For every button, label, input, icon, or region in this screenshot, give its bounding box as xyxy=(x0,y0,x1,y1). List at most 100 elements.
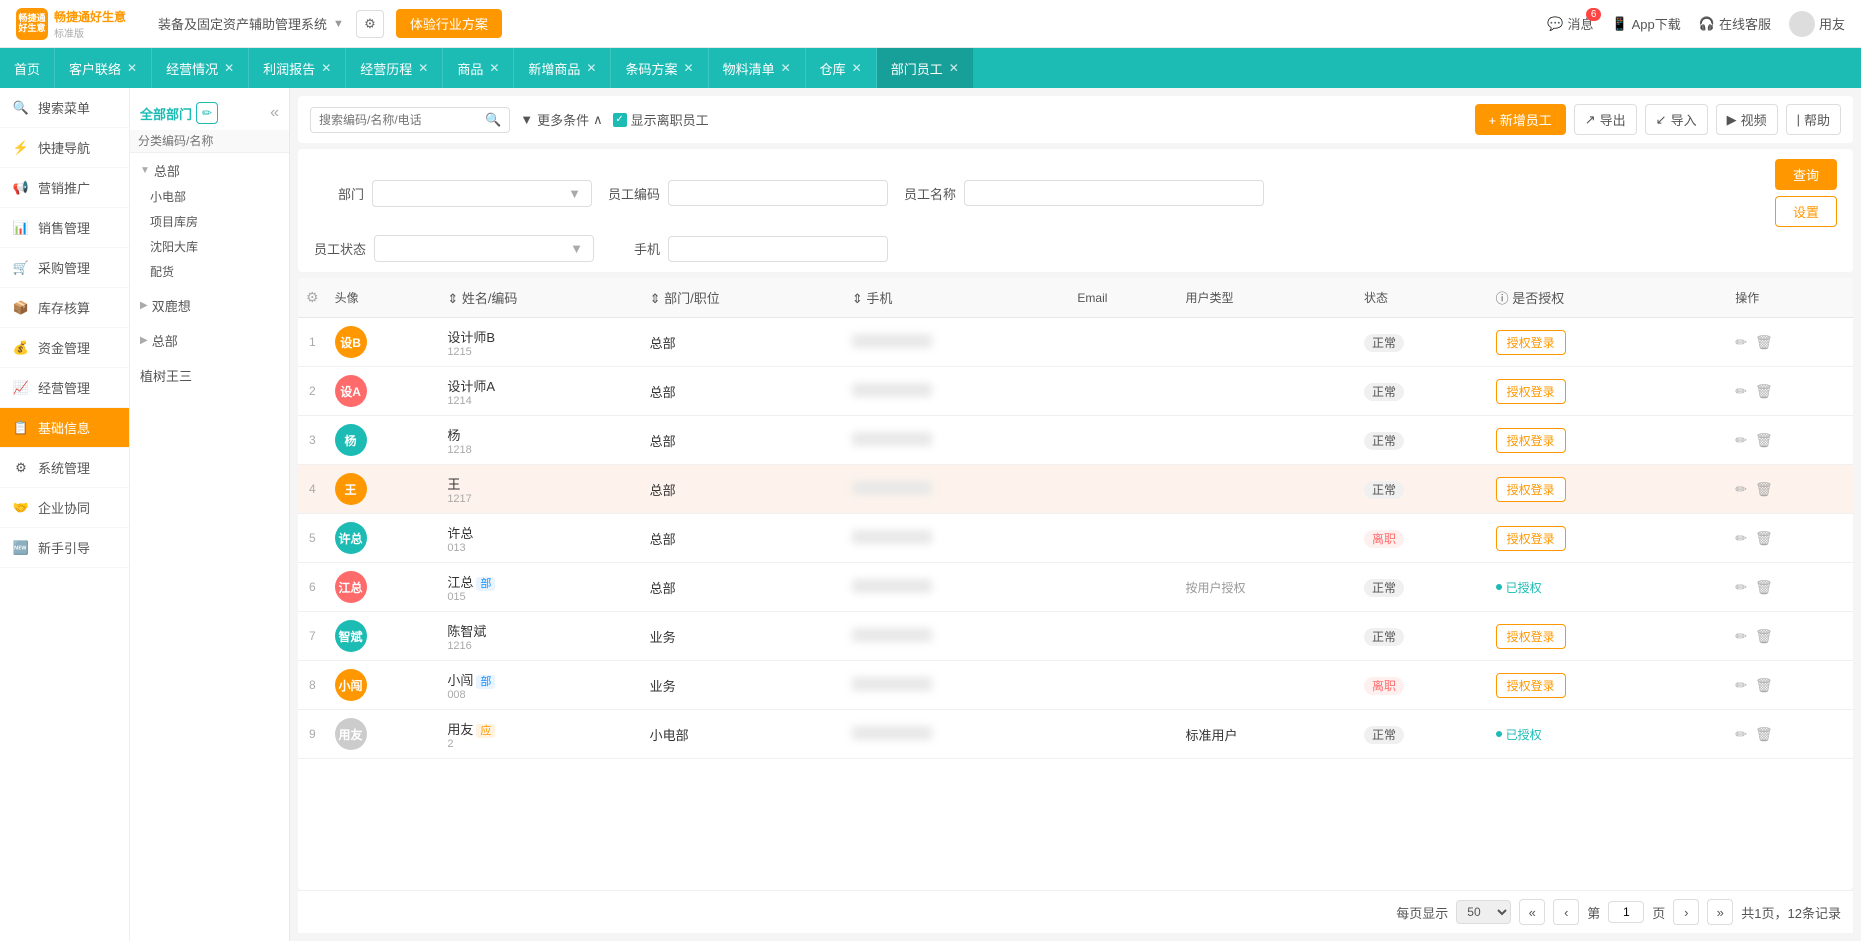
add-employee-button[interactable]: + 新增员工 xyxy=(1475,104,1566,135)
edit-icon[interactable]: ✏ xyxy=(1735,334,1747,351)
export-button[interactable]: ↗ 导出 xyxy=(1574,104,1637,135)
left-nav-newbie[interactable]: 🆕 新手引导 xyxy=(0,528,129,568)
edit-icon[interactable]: ✏ xyxy=(1735,432,1747,449)
nav-item-journey[interactable]: 经营历程 ✕ xyxy=(346,48,443,88)
dept-child-peihuo[interactable]: 配货 xyxy=(130,259,289,284)
nav-item-dept[interactable]: 部门员工 ✕ xyxy=(877,48,974,88)
left-nav-basic[interactable]: 📋 基础信息 xyxy=(0,408,129,448)
nav-close-business[interactable]: ✕ xyxy=(224,61,234,75)
filter-dept-select[interactable]: ▼ xyxy=(372,180,592,207)
delete-icon[interactable]: 🗑 xyxy=(1755,481,1773,498)
show-resigned-checkbox[interactable]: ✓ xyxy=(613,113,627,127)
dept-group-general-header[interactable]: ▼ 总部 xyxy=(130,157,289,184)
help-button[interactable]: | 帮助 xyxy=(1786,104,1841,135)
left-nav-system[interactable]: ⚙ 系统管理 xyxy=(0,448,129,488)
auth-login-button[interactable]: 授权登录 xyxy=(1496,624,1566,649)
left-nav-quicknav[interactable]: ⚡ 快捷导航 xyxy=(0,128,129,168)
import-button[interactable]: ↙ 导入 xyxy=(1645,104,1708,135)
auth-login-button[interactable]: 授权登录 xyxy=(1496,526,1566,551)
left-nav-finance[interactable]: 💰 资金管理 xyxy=(0,328,129,368)
auth-login-button[interactable]: 授权登录 xyxy=(1496,379,1566,404)
nav-close-warehouse[interactable]: ✕ xyxy=(852,61,862,75)
search-input[interactable] xyxy=(319,113,479,127)
last-page-button[interactable]: » xyxy=(1707,899,1733,925)
edit-icon[interactable]: ✏ xyxy=(1735,726,1747,743)
edit-icon[interactable]: ✏ xyxy=(1735,579,1747,596)
first-page-button[interactable]: « xyxy=(1519,899,1545,925)
nav-close-bom[interactable]: ✕ xyxy=(781,61,791,75)
edit-icon[interactable]: ✏ xyxy=(1735,481,1747,498)
nav-item-newgoods[interactable]: 新增商品 ✕ xyxy=(514,48,611,88)
nav-item-business[interactable]: 经营情况 ✕ xyxy=(152,48,249,88)
left-nav-sales[interactable]: 📊 销售管理 xyxy=(0,208,129,248)
auth-login-button[interactable]: 授权登录 xyxy=(1496,477,1566,502)
edit-icon[interactable]: ✏ xyxy=(1735,383,1747,400)
filter-status-select[interactable]: ▼ xyxy=(374,235,594,262)
auth-login-button[interactable]: 授权登录 xyxy=(1496,330,1566,355)
left-nav-search[interactable]: 🔍 搜索菜单 xyxy=(0,88,129,128)
auth-login-button[interactable]: 授权登录 xyxy=(1496,673,1566,698)
nav-item-barcode[interactable]: 条码方案 ✕ xyxy=(611,48,708,88)
delete-icon[interactable]: 🗑 xyxy=(1755,334,1773,351)
query-button[interactable]: 查询 xyxy=(1775,159,1837,190)
trial-button[interactable]: 体验行业方案 xyxy=(396,9,502,38)
user-menu[interactable]: 用友 xyxy=(1789,11,1845,37)
nav-item-home[interactable]: 首页 xyxy=(0,48,55,88)
left-nav-inventory[interactable]: 📦 库存核算 xyxy=(0,288,129,328)
left-nav-marketing[interactable]: 📢 营销推广 xyxy=(0,168,129,208)
nav-close-journey[interactable]: ✕ xyxy=(418,61,428,75)
view-button[interactable]: ▶ 视频 xyxy=(1716,104,1778,135)
per-page-select[interactable]: 50 100 200 xyxy=(1456,900,1511,924)
delete-icon[interactable]: 🗑 xyxy=(1755,579,1773,596)
delete-icon[interactable]: 🗑 xyxy=(1755,530,1773,547)
delete-icon[interactable]: 🗑 xyxy=(1755,383,1773,400)
nav-item-goods[interactable]: 商品 ✕ xyxy=(443,48,514,88)
dept-search-input[interactable] xyxy=(138,134,290,148)
dept-group-planting-header[interactable]: 植树王三 xyxy=(130,362,289,389)
nav-item-bom[interactable]: 物料清单 ✕ xyxy=(709,48,806,88)
dept-group-shuang-header[interactable]: ▶ 双鹿想 xyxy=(130,292,289,319)
dept-edit-button[interactable]: ✏ xyxy=(196,102,218,124)
online-service-button[interactable]: 🎧 在线客服 xyxy=(1699,14,1771,33)
more-filters-button[interactable]: ▼ 更多条件 ∧ xyxy=(520,110,602,129)
nav-close-goods[interactable]: ✕ xyxy=(489,61,499,75)
nav-close-newgoods[interactable]: ✕ xyxy=(586,61,596,75)
nav-close-profit[interactable]: ✕ xyxy=(321,61,331,75)
filter-phone-input[interactable] xyxy=(668,236,888,262)
dept-all-label[interactable]: 全部部门 xyxy=(140,104,192,123)
dept-child-xiaodian[interactable]: 小电部 xyxy=(130,184,289,209)
search-icon[interactable]: 🔍 xyxy=(485,112,501,128)
next-page-button[interactable]: › xyxy=(1673,899,1699,925)
dept-child-project[interactable]: 项目库房 xyxy=(130,209,289,234)
filter-empcode-input[interactable] xyxy=(668,180,888,206)
page-number-input[interactable] xyxy=(1608,901,1644,923)
prev-page-button[interactable]: ‹ xyxy=(1553,899,1579,925)
table-settings-icon[interactable]: ⚙ xyxy=(306,289,319,305)
nav-item-profit[interactable]: 利润报告 ✕ xyxy=(249,48,346,88)
left-nav-collab[interactable]: 🤝 企业协同 xyxy=(0,488,129,528)
nav-item-warehouse[interactable]: 仓库 ✕ xyxy=(806,48,877,88)
show-resigned-toggle[interactable]: ✓ 显示离职员工 xyxy=(613,110,709,129)
set-button[interactable]: 设置 xyxy=(1775,196,1837,227)
filter-empname-input[interactable] xyxy=(964,180,1264,206)
left-nav-operation[interactable]: 📈 经营管理 xyxy=(0,368,129,408)
app-download-button[interactable]: 📱 App下载 xyxy=(1611,14,1680,33)
nav-close-dept[interactable]: ✕ xyxy=(949,61,959,75)
nav-close-customer[interactable]: ✕ xyxy=(127,61,137,75)
auth-login-button[interactable]: 授权登录 xyxy=(1496,428,1566,453)
edit-icon[interactable]: ✏ xyxy=(1735,628,1747,645)
edit-icon[interactable]: ✏ xyxy=(1735,677,1747,694)
delete-icon[interactable]: 🗑 xyxy=(1755,628,1773,645)
settings-button[interactable]: ⚙ xyxy=(356,10,384,38)
delete-icon[interactable]: 🗑 xyxy=(1755,726,1773,743)
message-button[interactable]: 💬 消息 6 xyxy=(1547,14,1593,33)
system-dropdown-arrow[interactable]: ▼ xyxy=(333,18,344,30)
dept-child-shenyang[interactable]: 沈阳大库 xyxy=(130,234,289,259)
edit-icon[interactable]: ✏ xyxy=(1735,530,1747,547)
left-nav-purchase[interactable]: 🛒 采购管理 xyxy=(0,248,129,288)
delete-icon[interactable]: 🗑 xyxy=(1755,432,1773,449)
delete-icon[interactable]: 🗑 xyxy=(1755,677,1773,694)
nav-item-customer[interactable]: 客户联络 ✕ xyxy=(55,48,152,88)
dept-group-zongbu-header[interactable]: ▶ 总部 xyxy=(130,327,289,354)
dept-collapse-button[interactable]: « xyxy=(270,104,279,122)
